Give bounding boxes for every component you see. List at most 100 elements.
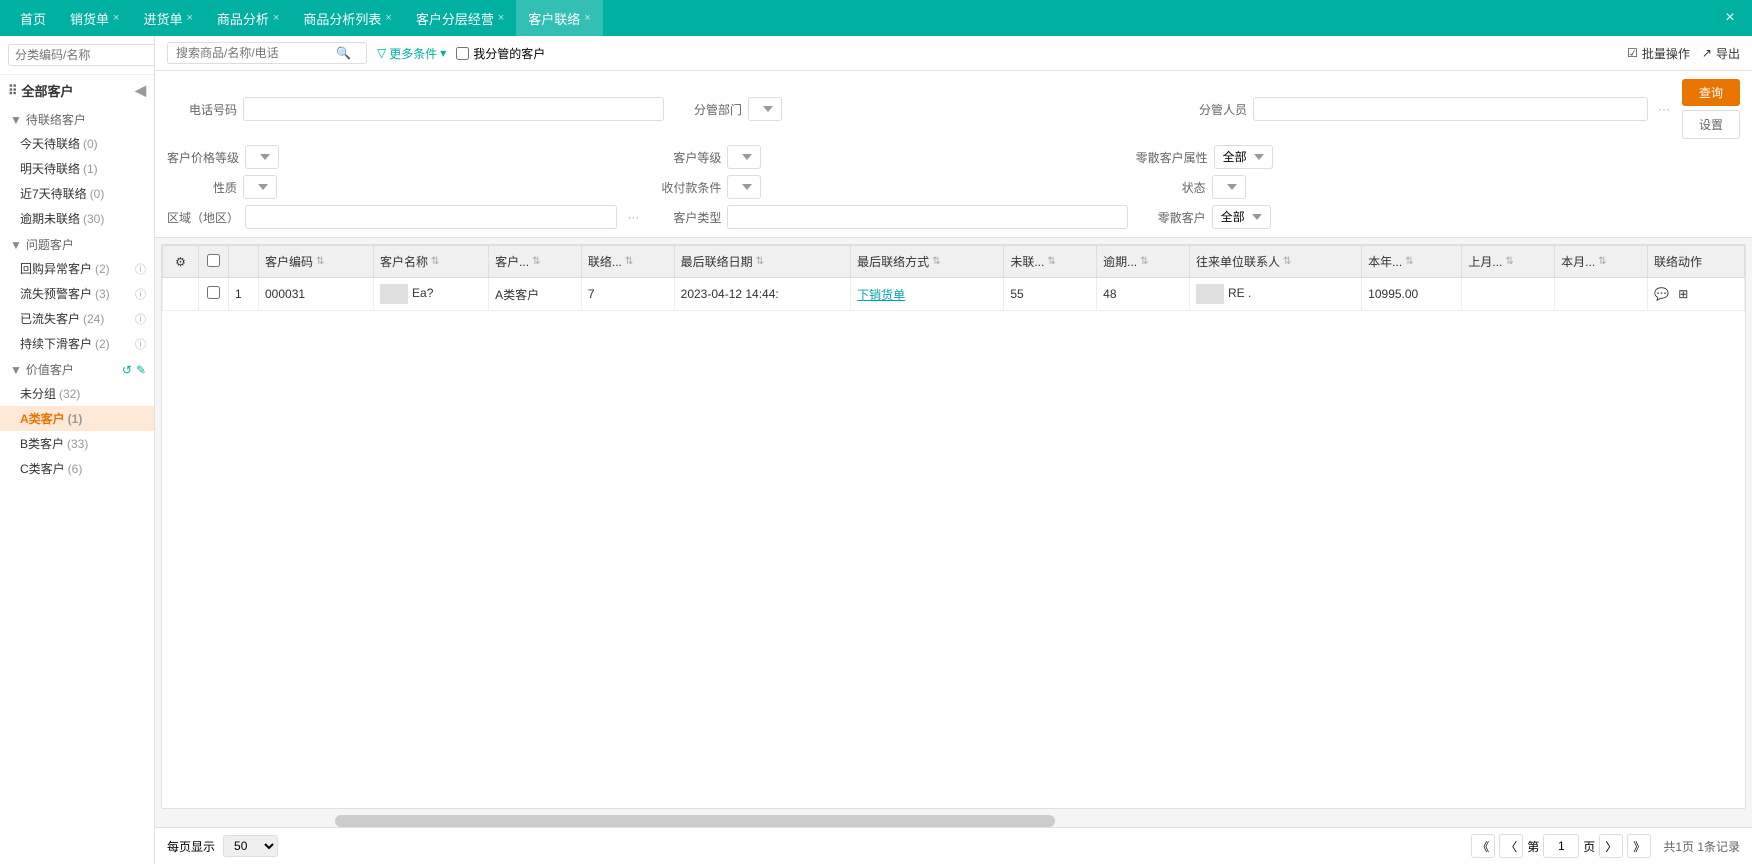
filter-person-input[interactable] bbox=[1253, 97, 1648, 121]
sort-icon-contact: ⇅ bbox=[625, 256, 633, 267]
filter-retail-attr-select[interactable]: 全部 bbox=[1214, 145, 1273, 169]
filter-dept-select[interactable] bbox=[748, 97, 782, 121]
edit-icon[interactable]: ✎ bbox=[136, 363, 146, 377]
sidebar-b-class[interactable]: B类客户 (33) bbox=[0, 431, 154, 456]
last-page-btn[interactable]: 》 bbox=[1627, 834, 1651, 858]
th-unit-contacts[interactable]: 往来单位联系人⇅ bbox=[1189, 246, 1361, 278]
nav-purchase[interactable]: 进货单 × bbox=[131, 0, 204, 36]
filter-region-input[interactable] bbox=[245, 205, 617, 229]
cell-this-year: 10995.00 bbox=[1362, 278, 1462, 311]
scrollbar-thumb[interactable] bbox=[335, 815, 1055, 827]
sidebar-overdue-contact[interactable]: 逾期未联络 (30) bbox=[0, 206, 154, 231]
sidebar-churn-warning[interactable]: 流失预警客户 (3) ⓘ bbox=[0, 281, 154, 306]
th-last-contact-date[interactable]: 最后联络日期⇅ bbox=[674, 246, 851, 278]
problem-customers-group[interactable]: ▼ 问题客户 bbox=[0, 231, 154, 256]
settings-btn[interactable]: 设置 bbox=[1682, 110, 1740, 139]
cell-settings bbox=[163, 278, 199, 311]
sidebar-tomorrow-contact[interactable]: 明天待联络 (1) bbox=[0, 156, 154, 181]
page-number-input[interactable] bbox=[1543, 834, 1579, 858]
filter-phone-input[interactable] bbox=[243, 97, 664, 121]
last-method-link[interactable]: 下销货单 bbox=[857, 288, 905, 302]
th-last-month[interactable]: 上月...⇅ bbox=[1462, 246, 1555, 278]
th-customer-name[interactable]: 客户名称⇅ bbox=[374, 246, 489, 278]
more-filters-btn[interactable]: ▽ 更多条件 ▾ bbox=[377, 45, 446, 62]
collapse-icon[interactable]: ◀ bbox=[135, 82, 146, 99]
all-customers-header[interactable]: ⠿ 全部客户 ◀ bbox=[0, 75, 154, 106]
sort-icon-unit: ⇅ bbox=[1283, 256, 1291, 267]
person-dots-btn[interactable]: ··· bbox=[1654, 102, 1674, 116]
sidebar-today-contact[interactable]: 今天待联络 (0) bbox=[0, 131, 154, 156]
th-last-contact-method[interactable]: 最后联络方式⇅ bbox=[851, 246, 1004, 278]
row-checkbox[interactable] bbox=[207, 286, 220, 299]
filter-status: 状态 bbox=[1136, 175, 1612, 199]
th-no-contact[interactable]: 未联...⇅ bbox=[1004, 246, 1097, 278]
nav-close-sales[interactable]: × bbox=[113, 12, 119, 24]
filter-payment-select[interactable] bbox=[727, 175, 761, 199]
nav-sales[interactable]: 销货单 × bbox=[58, 0, 131, 36]
th-customer-type[interactable]: 客户...⇅ bbox=[489, 246, 582, 278]
sidebar-abnormal-repurchase[interactable]: 回购异常客户 (2) ⓘ bbox=[0, 256, 154, 281]
cell-check[interactable] bbox=[199, 278, 229, 311]
filter-retail-customer: 零散客户 全部 bbox=[1136, 205, 1612, 229]
horizontal-scrollbar[interactable] bbox=[155, 815, 1752, 827]
cell-contact: 7 bbox=[581, 278, 674, 311]
nav-close-customer-contact[interactable]: × bbox=[584, 12, 590, 24]
batch-icon: ☑ bbox=[1627, 46, 1638, 60]
cell-last-method[interactable]: 下销货单 bbox=[851, 278, 1004, 311]
th-customer-code[interactable]: 客户编码⇅ bbox=[259, 246, 374, 278]
nav-customer-contact[interactable]: 客户联络 × bbox=[516, 0, 602, 36]
filter-status-select[interactable] bbox=[1212, 175, 1246, 199]
filter-customer-type-input[interactable] bbox=[727, 205, 1127, 229]
nav-product-analysis-list[interactable]: 商品分析列表 × bbox=[291, 0, 403, 36]
nav-close-product-analysis-list[interactable]: × bbox=[385, 12, 391, 24]
query-btn[interactable]: 查询 bbox=[1682, 79, 1740, 106]
sidebar: 🔍 ⠿ 全部客户 ◀ ▼ 待联络客户 今天待联络 (0) 明天待联络 (1) 近… bbox=[0, 36, 155, 864]
region-dots-btn[interactable]: ··· bbox=[623, 210, 643, 224]
info-icon-3: ⓘ bbox=[135, 311, 146, 327]
sort-icon-year: ⇅ bbox=[1405, 256, 1413, 267]
batch-op-btn[interactable]: ☑ 批量操作 bbox=[1627, 45, 1690, 62]
filter-nature-select[interactable] bbox=[243, 175, 277, 199]
th-settings[interactable]: ⚙ bbox=[163, 246, 199, 278]
value-customers-group[interactable]: ▼ 价值客户 ↺ ✎ bbox=[0, 356, 154, 381]
pending-contact-group[interactable]: ▼ 待联络客户 bbox=[0, 106, 154, 131]
grid-icon[interactable]: ⊞ bbox=[1678, 287, 1688, 301]
nav-close-product-analysis[interactable]: × bbox=[273, 12, 279, 24]
prev-page-btn[interactable]: 〈 bbox=[1499, 834, 1523, 858]
filter-price-level-select[interactable] bbox=[245, 145, 279, 169]
filter-customer-level-select[interactable] bbox=[727, 145, 761, 169]
sidebar-search-bar: 🔍 bbox=[0, 36, 154, 75]
first-page-btn[interactable]: 《 bbox=[1471, 834, 1495, 858]
sidebar-unclassified[interactable]: 未分组 (32) bbox=[0, 381, 154, 406]
th-overdue[interactable]: 逾期...⇅ bbox=[1097, 246, 1190, 278]
sidebar-search-input[interactable] bbox=[8, 44, 155, 66]
content-main: ⚙ 客户编码⇅ 客户名称⇅ 客户...⇅ bbox=[155, 238, 1752, 864]
nav-customer-segment[interactable]: 客户分层经营 × bbox=[404, 0, 516, 36]
filter-retail-customer-select[interactable]: 全部 bbox=[1212, 205, 1271, 229]
main-search-input[interactable] bbox=[176, 46, 336, 60]
th-this-month[interactable]: 本月...⇅ bbox=[1555, 246, 1648, 278]
next-page-btn[interactable]: 〉 bbox=[1599, 834, 1623, 858]
sidebar-churned[interactable]: 已流失客户 (24) ⓘ bbox=[0, 306, 154, 331]
customer-table: ⚙ 客户编码⇅ 客户名称⇅ 客户...⇅ bbox=[162, 245, 1745, 311]
nav-home[interactable]: 首页 bbox=[8, 0, 58, 36]
select-all-checkbox[interactable] bbox=[207, 254, 220, 267]
sidebar-declining[interactable]: 持续下滑客户 (2) ⓘ bbox=[0, 331, 154, 356]
data-table-container: ⚙ 客户编码⇅ 客户名称⇅ 客户...⇅ bbox=[161, 244, 1746, 809]
export-btn[interactable]: ↗ 导出 bbox=[1702, 45, 1740, 62]
nav-close-customer-segment[interactable]: × bbox=[498, 12, 504, 24]
th-this-year[interactable]: 本年...⇅ bbox=[1362, 246, 1462, 278]
nav-product-analysis[interactable]: 商品分析 × bbox=[205, 0, 291, 36]
main-search-icon[interactable]: 🔍 bbox=[336, 46, 351, 60]
close-all-btn[interactable]: × bbox=[1716, 4, 1744, 32]
refresh-icon[interactable]: ↺ bbox=[122, 363, 132, 377]
nav-close-purchase[interactable]: × bbox=[186, 12, 192, 24]
my-customers-checkbox-label[interactable]: 我分管的客户 bbox=[456, 45, 545, 62]
sidebar-a-class[interactable]: A类客户 (1) bbox=[0, 406, 154, 431]
page-size-select[interactable]: 50 10 20 100 bbox=[223, 835, 278, 857]
chat-icon[interactable]: 💬 bbox=[1654, 287, 1669, 301]
sidebar-7day-contact[interactable]: 近7天待联络 (0) bbox=[0, 181, 154, 206]
th-contact[interactable]: 联络...⇅ bbox=[581, 246, 674, 278]
my-customers-checkbox[interactable] bbox=[456, 47, 469, 60]
sidebar-c-class[interactable]: C类客户 (6) bbox=[0, 456, 154, 481]
